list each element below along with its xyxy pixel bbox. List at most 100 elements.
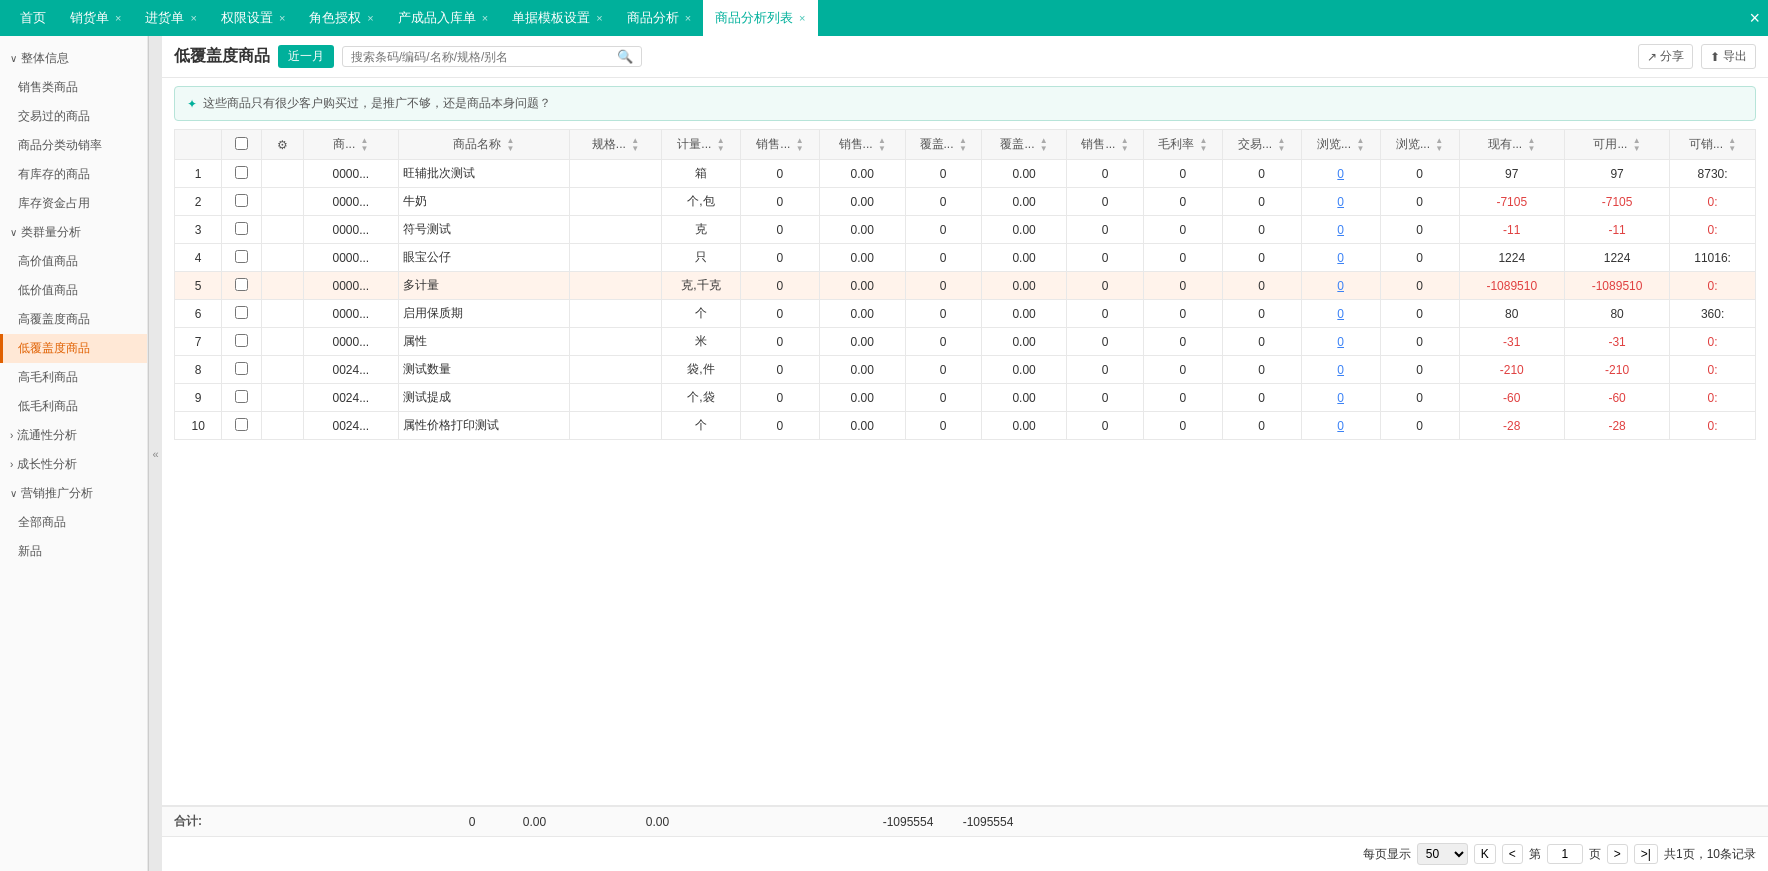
table-cell: 0 [740,384,819,412]
prev-page-button[interactable]: < [1502,844,1523,864]
nav-item-analysis[interactable]: 商品分析 × [615,0,703,36]
table-cell: 0 [905,356,981,384]
table-cell: 9 [175,384,222,412]
col-browse2[interactable]: 浏览... ▲▼ [1380,130,1459,160]
per-page-label: 每页显示 [1363,846,1411,863]
table-cell: 0 [1222,384,1301,412]
sidebar-section-cluster[interactable]: ∨ 类群量分析 [0,218,147,247]
close-icon[interactable]: × [115,12,121,24]
close-icon[interactable]: × [279,12,285,24]
table-cell: -31 [1564,328,1669,356]
sidebar-item-new-goods[interactable]: 新品 [0,537,147,566]
sidebar-item-low-value[interactable]: 低价值商品 [0,276,147,305]
nav-item-product-in[interactable]: 产成品入库单 × [386,0,500,36]
sidebar-item-high-profit[interactable]: 高毛利商品 [0,363,147,392]
close-icon[interactable]: × [596,12,602,24]
table-cell: -11 [1459,216,1564,244]
col-settings[interactable]: ⚙ [261,130,303,160]
time-filter-button[interactable]: 近一月 [278,45,334,68]
table-row: 10000...旺辅批次测试箱00.0000.000000097978730: [175,160,1756,188]
nav-item-permission[interactable]: 权限设置 × [209,0,297,36]
export-button[interactable]: ⬆ 导出 [1701,44,1756,69]
table-cell[interactable] [222,160,261,188]
table-cell[interactable] [222,188,261,216]
col-coverage1[interactable]: 覆盖... ▲▼ [905,130,981,160]
col-current[interactable]: 现有... ▲▼ [1459,130,1564,160]
sidebar-item-sales-goods[interactable]: 销售类商品 [0,73,147,102]
col-name[interactable]: 商品名称 ▲▼ [398,130,569,160]
sidebar-section-overview[interactable]: ∨ 整体信息 [0,44,147,73]
col-gross-rate[interactable]: 毛利率 ▲▼ [1143,130,1222,160]
sidebar-item-high-value[interactable]: 高价值商品 [0,247,147,276]
nav-item-home[interactable]: 首页 [8,0,58,36]
col-sales-amount[interactable]: 销售... ▲▼ [819,130,905,160]
nav-item-sales[interactable]: 销货单 × [58,0,133,36]
header-actions: ↗ 分享 ⬆ 导出 [1638,44,1756,69]
nav-item-role[interactable]: 角色授权 × [297,0,385,36]
sort-icon: ▲▼ [1121,137,1129,153]
nav-item-purchase[interactable]: 进货单 × [133,0,208,36]
sidebar-item-traded-goods[interactable]: 交易过的商品 [0,102,147,131]
col-sales-count[interactable]: 销售... ▲▼ [740,130,819,160]
table-cell[interactable] [222,216,261,244]
select-all-checkbox[interactable] [235,137,248,150]
close-icon[interactable]: × [190,12,196,24]
col-spec[interactable]: 规格... ▲▼ [569,130,661,160]
sidebar-collapse-button[interactable]: « [148,36,162,871]
table-cell[interactable] [222,300,261,328]
col-sales-x[interactable]: 销售... ▲▼ [1067,130,1143,160]
table-cell[interactable] [222,356,261,384]
table-cell: 0.00 [819,160,905,188]
table-cell: 0 [905,160,981,188]
sidebar-item-category-rate[interactable]: 商品分类动销率 [0,131,147,160]
sidebar-item-low-coverage[interactable]: 低覆盖度商品 [0,334,147,363]
table-cell[interactable] [222,244,261,272]
last-page-button[interactable]: >| [1634,844,1658,864]
sidebar-item-all-goods[interactable]: 全部商品 [0,508,147,537]
close-icon[interactable]: × [799,12,805,24]
chevron-right-icon: › [10,430,13,441]
col-unit[interactable]: 计量... ▲▼ [662,130,741,160]
col-browse1[interactable]: 浏览... ▲▼ [1301,130,1380,160]
sidebar-item-low-profit[interactable]: 低毛利商品 [0,392,147,421]
close-icon[interactable]: × [482,12,488,24]
table-cell: 0 [1222,244,1301,272]
table-cell: 0 [1301,412,1380,440]
table-cell: 眼宝公仔 [398,244,569,272]
table-cell[interactable] [222,328,261,356]
table-cell: 0 [1380,272,1459,300]
search-input[interactable] [351,50,617,64]
col-trade[interactable]: 交易... ▲▼ [1222,130,1301,160]
next-page-button[interactable]: > [1607,844,1628,864]
table-cell[interactable] [222,384,261,412]
sidebar-section-marketing[interactable]: ∨ 营销推广分析 [0,479,147,508]
table-cell[interactable] [222,412,261,440]
first-page-button[interactable]: K [1474,844,1496,864]
close-icon[interactable]: × [367,12,373,24]
sidebar-section-growth[interactable]: › 成长性分析 [0,450,147,479]
sort-icon: ▲▼ [796,137,804,153]
col-code[interactable]: 商... ▲▼ [303,130,398,160]
sidebar-item-high-coverage[interactable]: 高覆盖度商品 [0,305,147,334]
page-number-input[interactable] [1547,844,1583,864]
table-cell: -11 [1564,216,1669,244]
table-row: 40000...眼宝公仔只00.0000.0000000122412241101… [175,244,1756,272]
close-all-button[interactable]: × [1749,9,1760,27]
col-coverage2[interactable]: 覆盖... ▲▼ [981,130,1067,160]
col-checkbox-all[interactable] [222,130,261,160]
per-page-select[interactable]: 50 10 20 100 [1417,843,1468,865]
table-cell: 0.00 [819,412,905,440]
close-icon[interactable]: × [685,12,691,24]
nav-item-template[interactable]: 单据模板设置 × [500,0,614,36]
nav-item-analysis-list[interactable]: 商品分析列表 × [703,0,817,36]
sidebar-item-in-stock[interactable]: 有库存的商品 [0,160,147,189]
table-cell: 0 [905,216,981,244]
table-cell: 0024... [303,384,398,412]
sidebar-section-flow[interactable]: › 流通性分析 [0,421,147,450]
table-cell[interactable] [222,272,261,300]
sidebar-item-stock-capital[interactable]: 库存资金占用 [0,189,147,218]
share-button[interactable]: ↗ 分享 [1638,44,1693,69]
col-sellable[interactable]: 可销... ▲▼ [1670,130,1756,160]
col-available[interactable]: 可用... ▲▼ [1564,130,1669,160]
table-cell: 0.00 [981,216,1067,244]
